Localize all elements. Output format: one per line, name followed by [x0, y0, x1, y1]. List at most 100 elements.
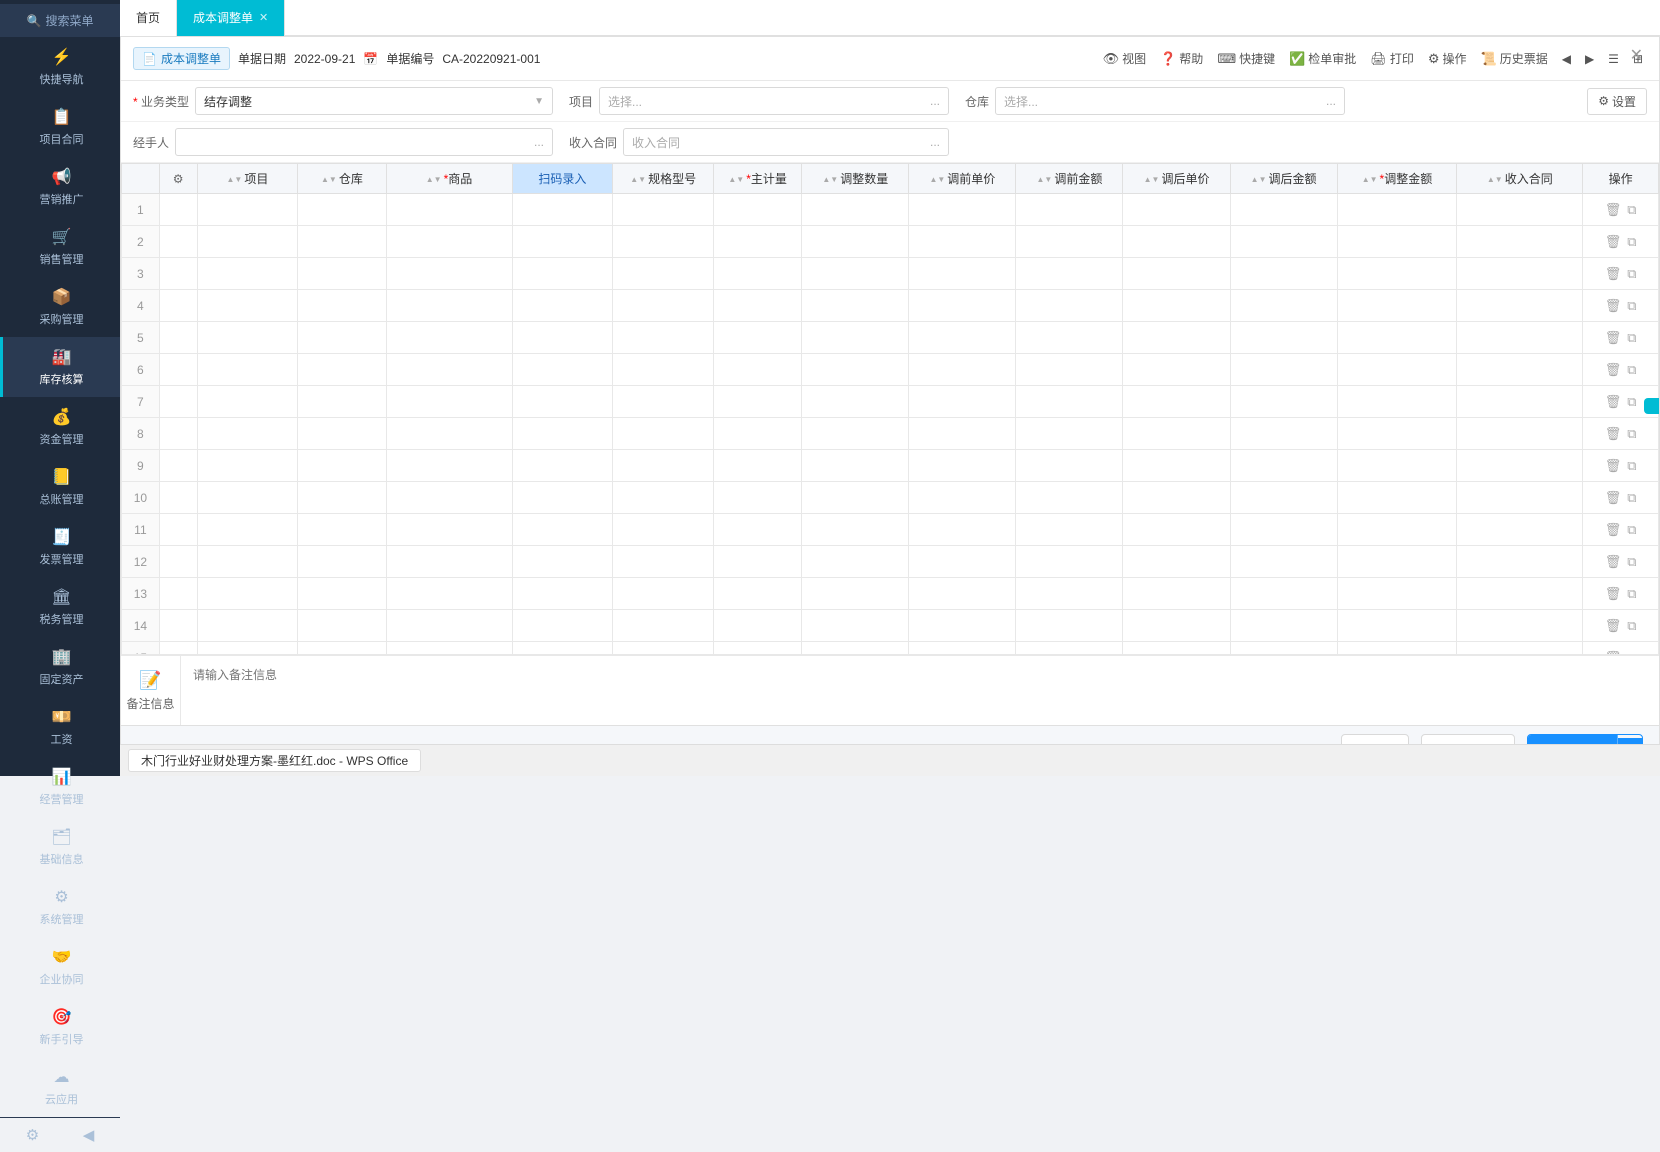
table-cell[interactable]	[386, 578, 512, 610]
table-cell[interactable]	[613, 610, 714, 642]
table-cell[interactable]	[1016, 514, 1123, 546]
table-cell[interactable]	[1457, 578, 1583, 610]
table-cell[interactable]	[1457, 482, 1583, 514]
table-cell[interactable]	[802, 386, 909, 418]
table-cell[interactable]	[159, 226, 197, 258]
table-cell[interactable]	[197, 290, 298, 322]
table-cell[interactable]	[1230, 642, 1337, 656]
table-cell[interactable]	[613, 290, 714, 322]
table-cell[interactable]	[197, 578, 298, 610]
table-cell[interactable]	[298, 514, 386, 546]
table-cell[interactable]	[386, 226, 512, 258]
table-cell[interactable]	[613, 226, 714, 258]
table-cell[interactable]	[1123, 194, 1230, 226]
table-cell[interactable]	[909, 258, 1016, 290]
table-cell[interactable]	[298, 482, 386, 514]
col-pre-unit-price[interactable]: ▲▼调前单价	[909, 164, 1016, 194]
table-cell[interactable]	[197, 482, 298, 514]
delete-icon[interactable]: 🗑	[1605, 362, 1622, 378]
table-cell[interactable]	[159, 194, 197, 226]
table-cell[interactable]	[197, 418, 298, 450]
sidebar-item-inventory[interactable]: 🏭 库存核算	[0, 337, 120, 397]
table-cell[interactable]	[298, 418, 386, 450]
table-cell[interactable]	[1123, 450, 1230, 482]
table-cell[interactable]	[386, 418, 512, 450]
table-cell[interactable]	[802, 194, 909, 226]
table-cell[interactable]	[1337, 546, 1457, 578]
table-cell[interactable]	[1016, 354, 1123, 386]
table-cell[interactable]	[613, 578, 714, 610]
sidebar-item-assets[interactable]: 🏢 固定资产	[0, 637, 120, 697]
table-cell[interactable]	[1016, 546, 1123, 578]
copy-icon[interactable]: ⧉	[1627, 394, 1636, 410]
copy-icon[interactable]: ⧉	[1627, 330, 1636, 346]
table-cell[interactable]	[1337, 450, 1457, 482]
table-cell[interactable]	[1230, 514, 1337, 546]
table-cell[interactable]	[1457, 258, 1583, 290]
table-cell[interactable]	[298, 226, 386, 258]
table-cell[interactable]	[714, 514, 802, 546]
table-cell[interactable]	[1123, 610, 1230, 642]
table-cell[interactable]	[714, 642, 802, 656]
table-cell[interactable]	[909, 642, 1016, 656]
table-cell[interactable]	[909, 546, 1016, 578]
col-adj-amount[interactable]: ▲▼*调整金额	[1337, 164, 1457, 194]
table-cell[interactable]	[1016, 482, 1123, 514]
table-cell[interactable]	[909, 418, 1016, 450]
col-goods[interactable]: ▲▼*商品	[386, 164, 512, 194]
table-cell[interactable]	[512, 578, 613, 610]
table-cell[interactable]	[512, 258, 613, 290]
sidebar-item-cloud-app[interactable]: ☁ 云应用	[0, 1057, 120, 1117]
table-cell[interactable]	[386, 482, 512, 514]
copy-icon[interactable]: ⧉	[1627, 522, 1636, 538]
table-cell[interactable]	[386, 642, 512, 656]
next-button[interactable]: ▶	[1581, 50, 1598, 68]
col-unit[interactable]: ▲▼*主计量	[714, 164, 802, 194]
tab-close-button[interactable]: ✕	[259, 11, 268, 24]
table-cell[interactable]	[1230, 386, 1337, 418]
table-cell[interactable]	[1230, 354, 1337, 386]
col-spec[interactable]: ▲▼规格型号	[613, 164, 714, 194]
table-cell[interactable]	[197, 322, 298, 354]
table-cell[interactable]	[512, 610, 613, 642]
table-cell[interactable]	[714, 322, 802, 354]
table-cell[interactable]	[512, 290, 613, 322]
col-warehouse[interactable]: ▲▼仓库	[298, 164, 386, 194]
table-cell[interactable]	[197, 450, 298, 482]
table-cell[interactable]	[1016, 194, 1123, 226]
sidebar-item-cooperation[interactable]: 🤝 企业协同	[0, 937, 120, 997]
table-cell[interactable]	[714, 418, 802, 450]
table-cell[interactable]	[159, 450, 197, 482]
table-cell[interactable]	[613, 418, 714, 450]
table-cell[interactable]	[512, 514, 613, 546]
table-cell[interactable]	[298, 578, 386, 610]
print-button[interactable]: 🖨 打印	[1366, 48, 1418, 69]
table-cell[interactable]	[159, 418, 197, 450]
table-cell[interactable]	[1123, 322, 1230, 354]
table-cell[interactable]	[512, 482, 613, 514]
table-cell[interactable]	[1016, 290, 1123, 322]
table-cell[interactable]	[1230, 290, 1337, 322]
table-cell[interactable]	[613, 194, 714, 226]
sidebar-item-project-contract[interactable]: 📋 项目合同	[0, 97, 120, 157]
table-cell[interactable]	[1123, 354, 1230, 386]
table-cell[interactable]	[1337, 322, 1457, 354]
col-post-amount[interactable]: ▲▼调后金额	[1230, 164, 1337, 194]
biz-type-select[interactable]: 结存调整 ▼	[195, 87, 553, 115]
table-cell[interactable]	[802, 322, 909, 354]
table-cell[interactable]	[802, 610, 909, 642]
income-contract-ellipsis-button[interactable]: ...	[930, 135, 940, 149]
prev-button[interactable]: ◀	[1558, 50, 1575, 68]
table-cell[interactable]	[714, 290, 802, 322]
delete-icon[interactable]: 🗑	[1605, 586, 1622, 602]
settings-button[interactable]: ⚙ 设置	[1587, 88, 1647, 115]
table-cell[interactable]	[197, 514, 298, 546]
table-cell[interactable]	[1230, 578, 1337, 610]
table-cell[interactable]	[197, 226, 298, 258]
table-cell[interactable]	[1457, 290, 1583, 322]
table-cell[interactable]	[386, 610, 512, 642]
table-cell[interactable]	[298, 546, 386, 578]
sidebar-item-system[interactable]: ⚙ 系统管理	[0, 877, 120, 937]
copy-icon[interactable]: ⧉	[1627, 490, 1636, 506]
table-cell[interactable]	[1230, 450, 1337, 482]
